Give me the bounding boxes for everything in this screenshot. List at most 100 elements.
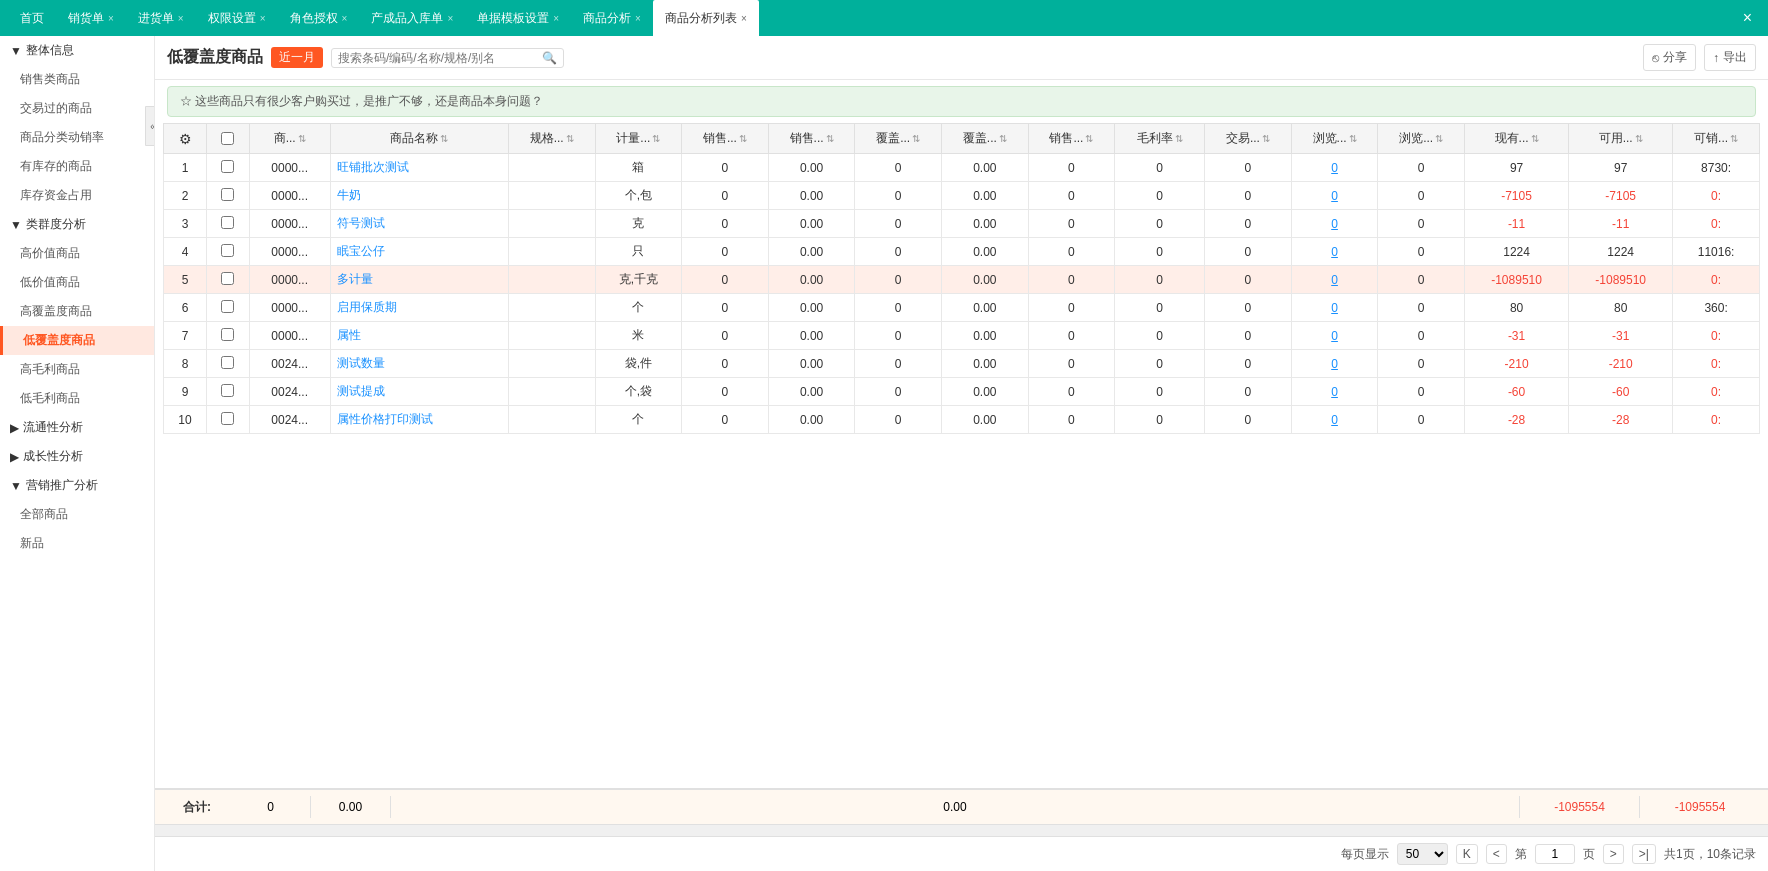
browse1-link[interactable]: 0	[1331, 301, 1338, 315]
row-name[interactable]: 眠宝公仔	[330, 238, 508, 266]
row-checkbox[interactable]	[207, 322, 249, 350]
search-input[interactable]	[338, 51, 538, 65]
row-browse1[interactable]: 0	[1291, 350, 1378, 378]
sidebar-item-high-value[interactable]: 高价值商品	[0, 239, 154, 268]
row-name[interactable]: 启用保质期	[330, 294, 508, 322]
row-checkbox[interactable]	[207, 406, 249, 434]
row-browse1[interactable]: 0	[1291, 294, 1378, 322]
col-cover1[interactable]: 覆盖...⇅	[855, 124, 942, 154]
col-sellable[interactable]: 可销...⇅	[1673, 124, 1760, 154]
time-filter-button[interactable]: 近一月	[271, 47, 323, 68]
row-select-checkbox[interactable]	[221, 300, 234, 313]
row-browse1[interactable]: 0	[1291, 406, 1378, 434]
nav-close-finished[interactable]: ×	[447, 13, 453, 24]
nav-purchase[interactable]: 进货单 ×	[126, 0, 196, 36]
sidebar-item-low-value[interactable]: 低价值商品	[0, 268, 154, 297]
row-select-checkbox[interactable]	[221, 356, 234, 369]
row-name[interactable]: 旺铺批次测试	[330, 154, 508, 182]
row-name[interactable]: 测试提成	[330, 378, 508, 406]
sidebar-item-low-margin[interactable]: 低毛利商品	[0, 384, 154, 413]
nav-permission[interactable]: 权限设置 ×	[196, 0, 278, 36]
row-checkbox[interactable]	[207, 266, 249, 294]
row-select-checkbox[interactable]	[221, 328, 234, 341]
row-name[interactable]: 符号测试	[330, 210, 508, 238]
nav-close-template[interactable]: ×	[553, 13, 559, 24]
row-select-checkbox[interactable]	[221, 244, 234, 257]
row-browse1[interactable]: 0	[1291, 154, 1378, 182]
browse1-link[interactable]: 0	[1331, 245, 1338, 259]
row-browse1[interactable]: 0	[1291, 322, 1378, 350]
row-checkbox[interactable]	[207, 238, 249, 266]
export-button[interactable]: ↑ 导出	[1704, 44, 1756, 71]
nav-home[interactable]: 首页	[8, 0, 56, 36]
nav-close-permission[interactable]: ×	[260, 13, 266, 24]
col-current[interactable]: 现有...⇅	[1465, 124, 1569, 154]
row-name[interactable]: 测试数量	[330, 350, 508, 378]
sidebar-section-overview[interactable]: ▼ 整体信息	[0, 36, 154, 65]
col-available[interactable]: 可用...⇅	[1569, 124, 1673, 154]
row-checkbox[interactable]	[207, 210, 249, 238]
row-select-checkbox[interactable]	[221, 384, 234, 397]
col-unit[interactable]: 计量...⇅	[595, 124, 682, 154]
col-sales3[interactable]: 销售...⇅	[1028, 124, 1115, 154]
col-browse2[interactable]: 浏览...⇅	[1378, 124, 1465, 154]
sidebar-item-high-coverage[interactable]: 高覆盖度商品	[0, 297, 154, 326]
nav-close-sales[interactable]: ×	[108, 13, 114, 24]
nav-close-analysis[interactable]: ×	[635, 13, 641, 24]
col-cover2[interactable]: 覆盖...⇅	[942, 124, 1029, 154]
nav-close-analysis-list[interactable]: ×	[741, 13, 747, 24]
nav-product-analysis[interactable]: 商品分析 ×	[571, 0, 653, 36]
row-checkbox[interactable]	[207, 182, 249, 210]
col-name[interactable]: 商品名称⇅	[330, 124, 508, 154]
sidebar-item-low-coverage[interactable]: 低覆盖度商品	[0, 326, 154, 355]
col-spec[interactable]: 规格...⇅	[508, 124, 595, 154]
col-sales-amt[interactable]: 销售...⇅	[768, 124, 855, 154]
row-browse1[interactable]: 0	[1291, 182, 1378, 210]
sidebar-item-high-margin[interactable]: 高毛利商品	[0, 355, 154, 384]
sidebar-item-all-goods[interactable]: 全部商品	[0, 500, 154, 529]
row-name[interactable]: 属性价格打印测试	[330, 406, 508, 434]
sidebar-section-marketing[interactable]: ▼ 营销推广分析	[0, 471, 154, 500]
col-settings[interactable]: ⚙	[164, 124, 207, 154]
row-select-checkbox[interactable]	[221, 188, 234, 201]
col-trade[interactable]: 交易...⇅	[1205, 124, 1292, 154]
page-size-select[interactable]: 50 10 20 100	[1397, 843, 1448, 865]
horizontal-scrollbar[interactable]	[155, 824, 1768, 836]
row-browse1[interactable]: 0	[1291, 266, 1378, 294]
row-browse1[interactable]: 0	[1291, 210, 1378, 238]
sidebar-item-stock-capital[interactable]: 库存资金占用	[0, 181, 154, 210]
row-name[interactable]: 牛奶	[330, 182, 508, 210]
row-browse1[interactable]: 0	[1291, 378, 1378, 406]
browse1-link[interactable]: 0	[1331, 273, 1338, 287]
window-close-button[interactable]: ×	[1735, 9, 1760, 27]
first-page-button[interactable]: K	[1456, 844, 1478, 864]
page-number-input[interactable]	[1535, 844, 1575, 864]
select-all-checkbox[interactable]	[221, 132, 234, 145]
browse1-link[interactable]: 0	[1331, 357, 1338, 371]
browse1-link[interactable]: 0	[1331, 189, 1338, 203]
last-page-button[interactable]: >|	[1632, 844, 1656, 864]
sidebar-section-growth[interactable]: ▶ 成长性分析	[0, 442, 154, 471]
col-sales-qty[interactable]: 销售...⇅	[682, 124, 769, 154]
nav-close-purchase[interactable]: ×	[178, 13, 184, 24]
browse1-link[interactable]: 0	[1331, 161, 1338, 175]
nav-finished-goods[interactable]: 产成品入库单 ×	[359, 0, 465, 36]
row-checkbox[interactable]	[207, 378, 249, 406]
nav-close-role[interactable]: ×	[342, 13, 348, 24]
nav-template[interactable]: 单据模板设置 ×	[465, 0, 571, 36]
browse1-link[interactable]: 0	[1331, 217, 1338, 231]
row-browse1[interactable]: 0	[1291, 238, 1378, 266]
sidebar-item-in-stock[interactable]: 有库存的商品	[0, 152, 154, 181]
col-checkbox[interactable]	[207, 124, 249, 154]
share-button[interactable]: ⎋ 分享	[1643, 44, 1696, 71]
next-page-button[interactable]: >	[1603, 844, 1624, 864]
sidebar-section-cluster[interactable]: ▼ 类群度分析	[0, 210, 154, 239]
row-select-checkbox[interactable]	[221, 272, 234, 285]
row-checkbox[interactable]	[207, 350, 249, 378]
sidebar-collapse-button[interactable]: «	[145, 106, 155, 146]
nav-role[interactable]: 角色授权 ×	[278, 0, 360, 36]
row-checkbox[interactable]	[207, 154, 249, 182]
row-name[interactable]: 多计量	[330, 266, 508, 294]
row-name[interactable]: 属性	[330, 322, 508, 350]
sidebar-section-flow[interactable]: ▶ 流通性分析	[0, 413, 154, 442]
